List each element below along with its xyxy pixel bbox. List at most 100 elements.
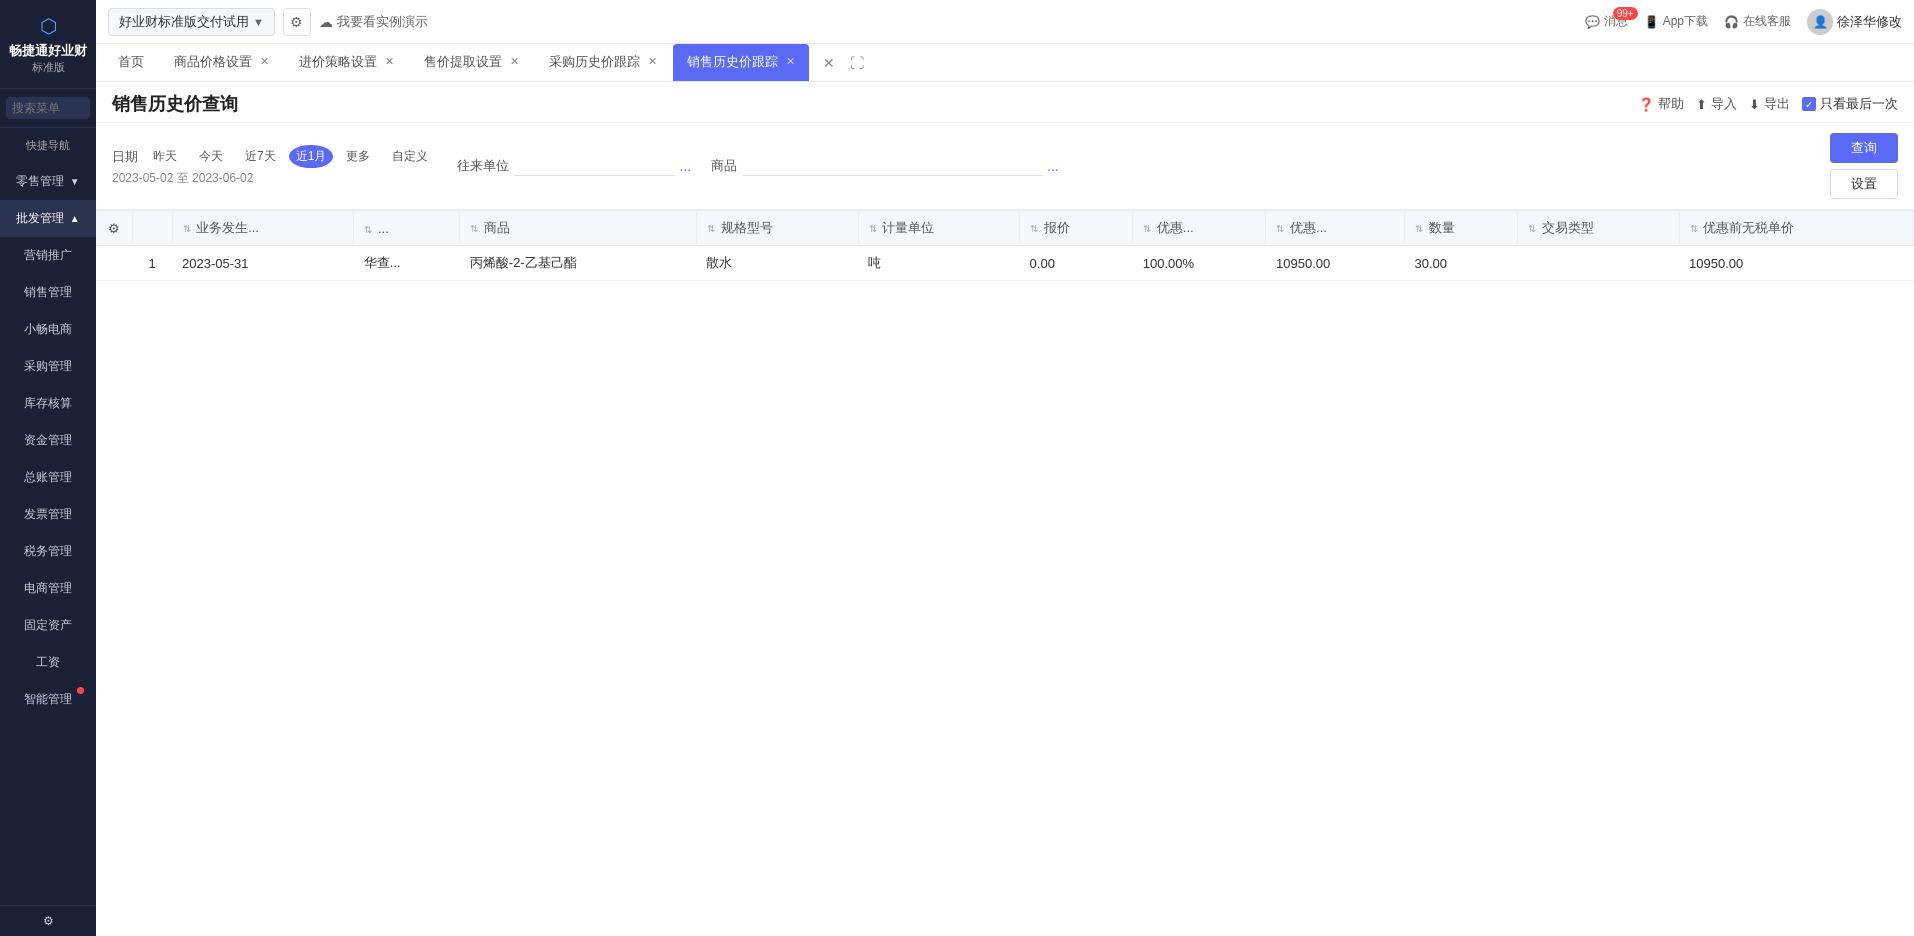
col-unit[interactable]: ⇅ 计量单位 xyxy=(858,211,1020,246)
export-icon: ⬇ xyxy=(1749,97,1760,112)
demo-icon: ☁ xyxy=(319,14,333,30)
row-unit: 吨 xyxy=(858,246,1020,281)
sidebar-settings-btn[interactable]: ⚙ xyxy=(0,905,96,936)
date-btn-today[interactable]: 今天 xyxy=(190,145,232,168)
col-spec-label: 规格型号 xyxy=(721,220,773,235)
table-row[interactable]: 1 2023-05-31 华查... 丙烯酸-2-乙基己酯 散水 吨 0.00 … xyxy=(96,246,1914,281)
only-last-label: 只看最后一次 xyxy=(1820,95,1898,113)
sidebar-item-ledger[interactable]: 总账管理 xyxy=(0,459,96,496)
sort-icon-quantity: ⇅ xyxy=(1415,223,1423,234)
col-discount1[interactable]: ⇅ 优惠... xyxy=(1133,211,1266,246)
col-quantity-label: 数量 xyxy=(1429,220,1455,235)
row-more1: 华查... xyxy=(354,246,460,281)
tab-purchase-strategy-close[interactable]: ✕ xyxy=(385,55,394,68)
tab-sale-price-close[interactable]: ✕ xyxy=(510,55,519,68)
sidebar-item-payroll[interactable]: 工资 xyxy=(0,644,96,681)
import-icon: ⬆ xyxy=(1696,97,1707,112)
topbar-settings-btn[interactable]: ⚙ xyxy=(283,8,311,36)
user-area[interactable]: 👤 徐泽华修改 xyxy=(1807,9,1902,35)
sidebar-item-inventory[interactable]: 库存核算 xyxy=(0,385,96,422)
date-btn-1month[interactable]: 近1月 xyxy=(289,145,334,168)
message-btn[interactable]: 💬 消息 99+ xyxy=(1585,13,1628,30)
date-filter: 日期 昨天 今天 近7天 近1月 更多 自定义 2023-05-02 至 202… xyxy=(112,145,437,187)
from-unit-input[interactable] xyxy=(515,156,675,176)
sort-icon-spec: ⇅ xyxy=(707,223,715,234)
col-settings[interactable]: ⚙ xyxy=(96,211,132,246)
sort-icon-tax-price: ⇅ xyxy=(1690,223,1698,234)
settings-btn[interactable]: 设置 xyxy=(1830,169,1898,199)
sidebar-item-invoice[interactable]: 发票管理 xyxy=(0,496,96,533)
version-label: 好业财标准版交付试用 xyxy=(119,13,249,31)
date-btn-more[interactable]: 更多 xyxy=(337,145,379,168)
col-trade-type[interactable]: ⇅ 交易类型 xyxy=(1518,211,1680,246)
sort-icon-product: ⇅ xyxy=(470,223,478,234)
version-selector[interactable]: 好业财标准版交付试用 ▼ xyxy=(108,8,275,36)
demo-button[interactable]: ☁ 我要看实例演示 xyxy=(319,13,428,31)
product-input[interactable] xyxy=(743,156,1043,176)
tab-sales-history-close[interactable]: ✕ xyxy=(786,55,795,68)
sidebar-item-tax[interactable]: 税务管理 xyxy=(0,533,96,570)
col-date-label: 业务发生... xyxy=(196,220,259,235)
tab-purchase-history-close[interactable]: ✕ xyxy=(648,55,657,68)
col-more1[interactable]: ⇅ ... xyxy=(354,211,460,246)
sales-label: 销售管理 xyxy=(24,285,72,299)
from-unit-filter: 往来单位 ... xyxy=(457,156,691,176)
sidebar-item-sales[interactable]: 销售管理 xyxy=(0,274,96,311)
app-sub: 标准版 xyxy=(8,60,88,75)
tab-purchase-history[interactable]: 采购历史价跟踪 ✕ xyxy=(535,44,671,81)
only-last-checkbox[interactable]: ✓ 只看最后一次 xyxy=(1802,95,1898,113)
col-tax-price[interactable]: ⇅ 优惠前无税单价 xyxy=(1679,211,1913,246)
close-window-btn[interactable]: ✕ xyxy=(819,53,839,73)
tab-purchase-strategy[interactable]: 进价策略设置 ✕ xyxy=(285,44,408,81)
sidebar-item-finance[interactable]: 资金管理 xyxy=(0,422,96,459)
help-label: 帮助 xyxy=(1658,95,1684,113)
sidebar-item-ecommerce[interactable]: 电商管理 xyxy=(0,570,96,607)
retail-label: 零售管理 xyxy=(16,174,64,188)
col-quantity[interactable]: ⇅ 数量 xyxy=(1404,211,1517,246)
col-price[interactable]: ⇅ 报价 xyxy=(1020,211,1133,246)
col-spec[interactable]: ⇅ 规格型号 xyxy=(696,211,858,246)
date-btn-7days[interactable]: 近7天 xyxy=(236,145,285,168)
date-btn-yesterday[interactable]: 昨天 xyxy=(144,145,186,168)
tab-sales-history[interactable]: 销售历史价跟踪 ✕ xyxy=(673,44,809,81)
online-service-btn[interactable]: 🎧 在线客服 xyxy=(1724,13,1791,30)
tab-home[interactable]: 首页 xyxy=(104,44,158,81)
demo-label: 我要看实例演示 xyxy=(337,13,428,31)
filter-bar: 日期 昨天 今天 近7天 近1月 更多 自定义 2023-05-02 至 202… xyxy=(96,123,1914,210)
from-unit-dots-btn[interactable]: ... xyxy=(679,158,691,174)
tax-label: 税务管理 xyxy=(24,544,72,558)
sidebar-item-retail[interactable]: 零售管理 ▼ xyxy=(0,163,96,200)
sort-icon-discount2: ⇅ xyxy=(1276,223,1284,234)
sidebar-item-xiaochang[interactable]: 小畅电商 xyxy=(0,311,96,348)
page-header: 销售历史价查询 ❓ 帮助 ⬆ 导入 ⬇ 导出 ✓ 只看最后一次 xyxy=(96,82,1914,123)
settings-icon: ⚙ xyxy=(108,221,120,236)
export-btn[interactable]: ⬇ 导出 xyxy=(1749,95,1790,113)
query-btn[interactable]: 查询 xyxy=(1830,133,1898,163)
tab-sale-price[interactable]: 售价提取设置 ✕ xyxy=(410,44,533,81)
product-filter: 商品 ... xyxy=(711,156,1059,176)
sidebar-item-purchase[interactable]: 采购管理 xyxy=(0,348,96,385)
tab-price-settings-close[interactable]: ✕ xyxy=(260,55,269,68)
help-btn[interactable]: ❓ 帮助 xyxy=(1638,95,1684,113)
import-btn[interactable]: ⬆ 导入 xyxy=(1696,95,1737,113)
col-date[interactable]: ⇅ 业务发生... xyxy=(172,211,354,246)
page-title: 销售历史价查询 xyxy=(112,92,238,116)
col-discount2[interactable]: ⇅ 优惠... xyxy=(1266,211,1404,246)
sidebar-item-nav[interactable]: 快捷导航 xyxy=(0,128,96,163)
sidebar-item-marketing[interactable]: 营销推广 xyxy=(0,237,96,274)
col-product[interactable]: ⇅ 商品 xyxy=(460,211,697,246)
filter-action-btns: 查询 设置 xyxy=(1830,133,1898,199)
sidebar-item-ai[interactable]: 智能管理 xyxy=(0,681,96,718)
topbar: 好业财标准版交付试用 ▼ ⚙ ☁ 我要看实例演示 💬 消息 99+ 📱 App下… xyxy=(96,0,1914,44)
maximize-btn[interactable]: ⛶ xyxy=(847,53,867,73)
tab-price-settings[interactable]: 商品价格设置 ✕ xyxy=(160,44,283,81)
app-download-btn[interactable]: 📱 App下载 xyxy=(1644,13,1708,30)
ecommerce-label: 电商管理 xyxy=(24,581,72,595)
search-input[interactable] xyxy=(6,97,90,119)
row-settings[interactable] xyxy=(96,246,132,281)
sidebar-item-wholesale[interactable]: 批发管理 ▲ xyxy=(0,200,96,237)
product-input-group: ... xyxy=(743,156,1059,176)
sidebar-item-assets[interactable]: 固定资产 xyxy=(0,607,96,644)
date-btn-custom[interactable]: 自定义 xyxy=(383,145,437,168)
product-dots-btn[interactable]: ... xyxy=(1047,158,1059,174)
